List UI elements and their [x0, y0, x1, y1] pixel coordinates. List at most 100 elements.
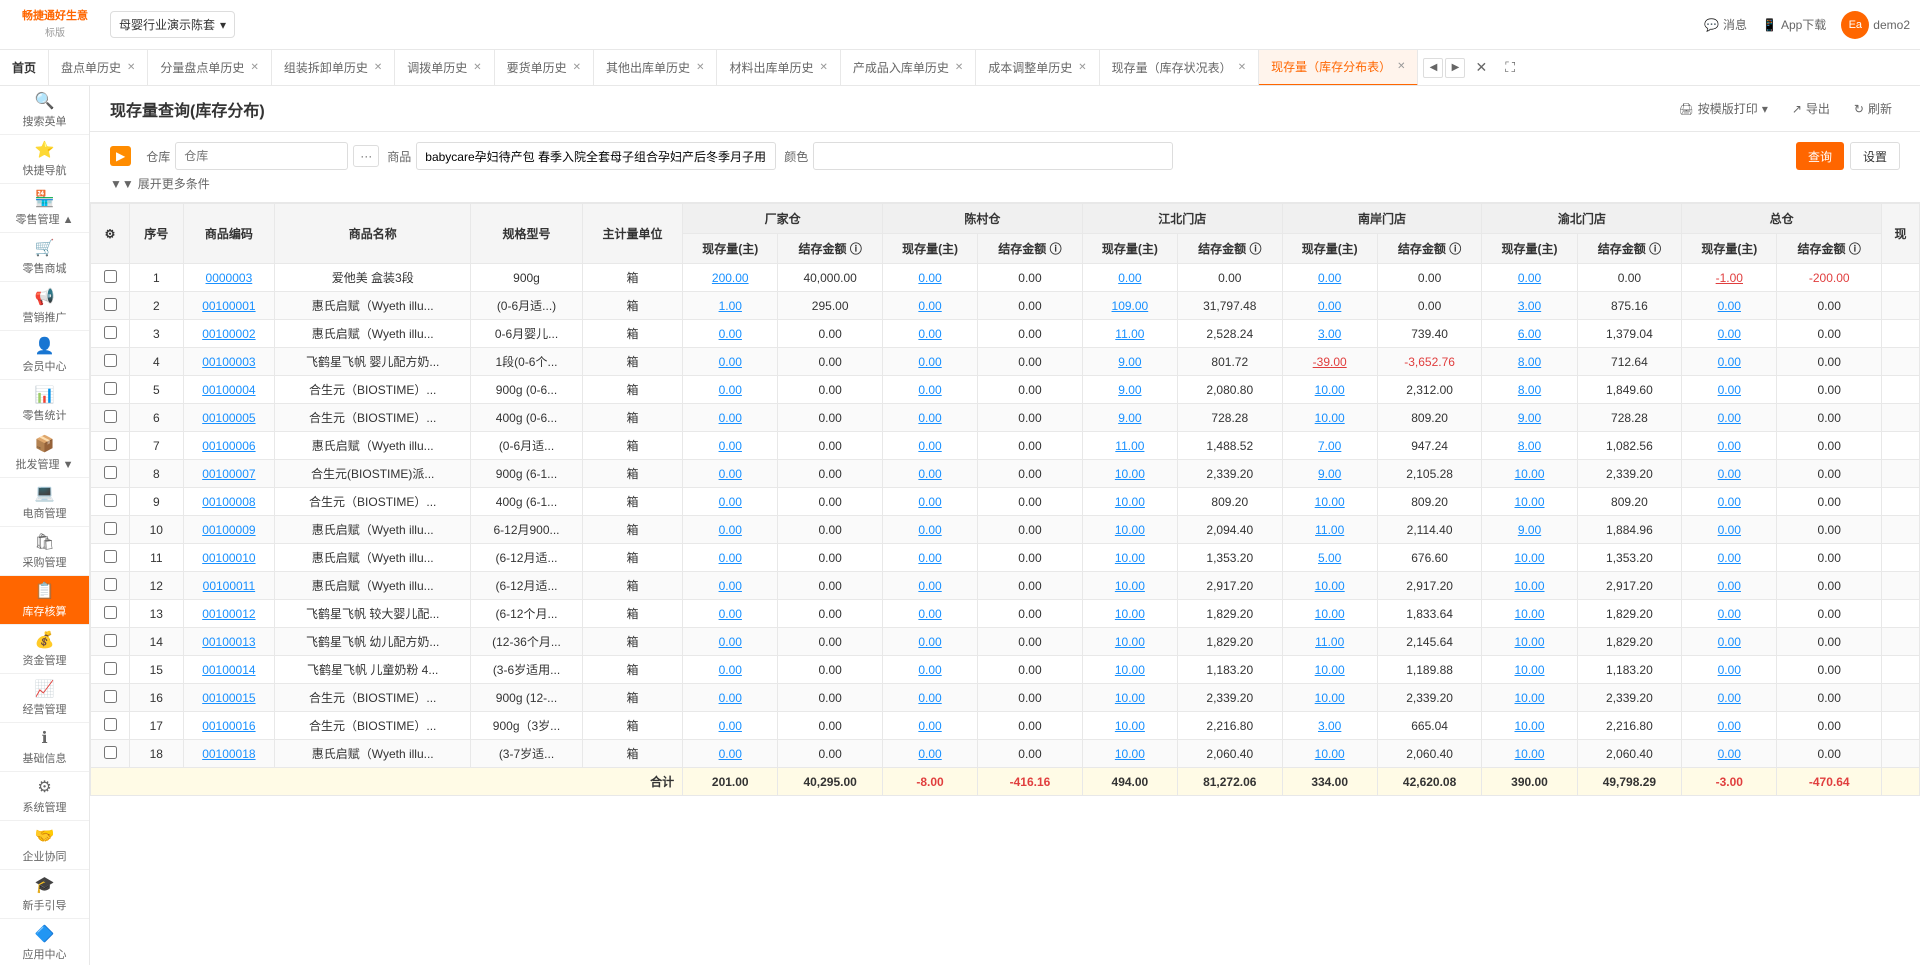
td-yb-stock[interactable]: 3.00: [1482, 292, 1577, 320]
td-f-stock[interactable]: 0.00: [683, 516, 778, 544]
td-code[interactable]: 00100010: [183, 544, 275, 572]
td-jb-stock[interactable]: 10.00: [1082, 544, 1177, 572]
td-jb-stock[interactable]: 10.00: [1082, 740, 1177, 768]
td-jb-stock[interactable]: 11.00: [1082, 432, 1177, 460]
td-yb-stock[interactable]: 9.00: [1482, 516, 1577, 544]
td-check[interactable]: [91, 600, 130, 628]
td-code[interactable]: 00100011: [183, 572, 275, 600]
close-icon[interactable]: ✕: [696, 62, 704, 73]
td-c-stock[interactable]: 0.00: [883, 740, 978, 768]
td-check[interactable]: [91, 320, 130, 348]
sidebar-item-appcenter[interactable]: 🔷 应用中心: [0, 919, 89, 965]
td-c-stock[interactable]: 0.00: [883, 264, 978, 292]
close-icon[interactable]: ✕: [955, 62, 963, 73]
td-f-stock[interactable]: 0.00: [683, 460, 778, 488]
td-na-stock[interactable]: 10.00: [1282, 656, 1377, 684]
td-t-stock[interactable]: -1.00: [1682, 264, 1777, 292]
user-area[interactable]: Ea demo2: [1841, 11, 1910, 39]
sidebar-item-finance[interactable]: 💰 资金管理: [0, 625, 89, 674]
nav-tab-4[interactable]: 要货单历史✕: [495, 50, 594, 86]
td-na-stock[interactable]: 10.00: [1282, 404, 1377, 432]
sidebar-item-marketing[interactable]: 📢 营销推广: [0, 282, 89, 331]
td-na-stock[interactable]: 10.00: [1282, 376, 1377, 404]
td-yb-stock[interactable]: 10.00: [1482, 712, 1577, 740]
td-code[interactable]: 00100018: [183, 740, 275, 768]
td-na-stock[interactable]: 3.00: [1282, 712, 1377, 740]
td-f-stock[interactable]: 1.00: [683, 292, 778, 320]
td-na-stock[interactable]: 0.00: [1282, 292, 1377, 320]
td-na-stock[interactable]: 7.00: [1282, 432, 1377, 460]
td-yb-stock[interactable]: 6.00: [1482, 320, 1577, 348]
td-c-stock[interactable]: 0.00: [883, 432, 978, 460]
td-code[interactable]: 00100006: [183, 432, 275, 460]
td-code[interactable]: 00100001: [183, 292, 275, 320]
td-c-stock[interactable]: 0.00: [883, 712, 978, 740]
td-f-stock[interactable]: 0.00: [683, 600, 778, 628]
td-code[interactable]: 00100003: [183, 348, 275, 376]
close-icon[interactable]: ✕: [819, 62, 827, 73]
td-f-stock[interactable]: 200.00: [683, 264, 778, 292]
td-code[interactable]: 00100014: [183, 656, 275, 684]
sidebar-item-member[interactable]: 👤 会员中心: [0, 331, 89, 380]
td-jb-stock[interactable]: 10.00: [1082, 628, 1177, 656]
product-input[interactable]: [416, 142, 776, 170]
td-na-stock[interactable]: 10.00: [1282, 572, 1377, 600]
td-t-stock[interactable]: 0.00: [1682, 600, 1777, 628]
td-na-stock[interactable]: 10.00: [1282, 684, 1377, 712]
sidebar-item-inventory[interactable]: 📋 库存核算: [0, 576, 89, 625]
td-c-stock[interactable]: 0.00: [883, 348, 978, 376]
sidebar-item-retail[interactable]: 🏪 零售管理 ▲: [0, 184, 89, 233]
refresh-btn[interactable]: ↻ 刷新: [1846, 96, 1900, 121]
td-t-stock[interactable]: 0.00: [1682, 516, 1777, 544]
td-code[interactable]: 00100013: [183, 628, 275, 656]
nav-tab-3[interactable]: 调拨单历史✕: [395, 50, 494, 86]
nav-tab-8[interactable]: 成本调整单历史✕: [976, 50, 1099, 86]
td-t-stock[interactable]: 0.00: [1682, 656, 1777, 684]
td-check[interactable]: [91, 628, 130, 656]
td-f-stock[interactable]: 0.00: [683, 348, 778, 376]
close-icon[interactable]: ✕: [1238, 62, 1246, 73]
td-jb-stock[interactable]: 11.00: [1082, 320, 1177, 348]
td-yb-stock[interactable]: 10.00: [1482, 544, 1577, 572]
td-yb-stock[interactable]: 10.00: [1482, 572, 1577, 600]
td-check[interactable]: [91, 292, 130, 320]
td-na-stock[interactable]: 3.00: [1282, 320, 1377, 348]
close-icon[interactable]: ✕: [1078, 62, 1086, 73]
td-yb-stock[interactable]: 9.00: [1482, 404, 1577, 432]
nav-tab-10[interactable]: 现存量（库存分布表）✕: [1259, 50, 1418, 86]
nav-tab-1[interactable]: 分量盘点单历史✕: [148, 50, 271, 86]
nav-tab-7[interactable]: 产成品入库单历史✕: [841, 50, 976, 86]
td-jb-stock[interactable]: 10.00: [1082, 712, 1177, 740]
warehouse-input[interactable]: [175, 142, 348, 170]
td-jb-stock[interactable]: 9.00: [1082, 348, 1177, 376]
close-icon[interactable]: ✕: [250, 62, 258, 73]
td-f-stock[interactable]: 0.00: [683, 740, 778, 768]
settings-btn[interactable]: 设置: [1850, 142, 1900, 170]
td-jb-stock[interactable]: 9.00: [1082, 376, 1177, 404]
app-download-btn[interactable]: 📱 App下载: [1762, 16, 1826, 33]
sidebar-item-purchase[interactable]: 🛍 采购管理: [0, 527, 89, 576]
sidebar-item-basic[interactable]: ℹ 基础信息: [0, 723, 89, 772]
expand-more-btn[interactable]: ▼▼ 展开更多条件: [110, 175, 1900, 192]
sidebar-item-guide[interactable]: 🎓 新手引导: [0, 870, 89, 919]
td-c-stock[interactable]: 0.00: [883, 628, 978, 656]
sidebar-item-biz[interactable]: 📈 经营管理: [0, 674, 89, 723]
td-t-stock[interactable]: 0.00: [1682, 432, 1777, 460]
close-icon[interactable]: ✕: [127, 62, 135, 73]
close-icon[interactable]: ✕: [573, 62, 581, 73]
td-f-stock[interactable]: 0.00: [683, 572, 778, 600]
td-na-stock[interactable]: 10.00: [1282, 488, 1377, 516]
td-check[interactable]: [91, 712, 130, 740]
td-code[interactable]: 0000003: [183, 264, 275, 292]
td-c-stock[interactable]: 0.00: [883, 488, 978, 516]
td-c-stock[interactable]: 0.00: [883, 516, 978, 544]
td-check[interactable]: [91, 348, 130, 376]
td-jb-stock[interactable]: 10.00: [1082, 460, 1177, 488]
td-t-stock[interactable]: 0.00: [1682, 740, 1777, 768]
td-c-stock[interactable]: 0.00: [883, 656, 978, 684]
td-f-stock[interactable]: 0.00: [683, 488, 778, 516]
td-check[interactable]: [91, 264, 130, 292]
td-t-stock[interactable]: 0.00: [1682, 684, 1777, 712]
td-c-stock[interactable]: 0.00: [883, 572, 978, 600]
sidebar-item-collab[interactable]: 🤝 企业协同: [0, 821, 89, 870]
